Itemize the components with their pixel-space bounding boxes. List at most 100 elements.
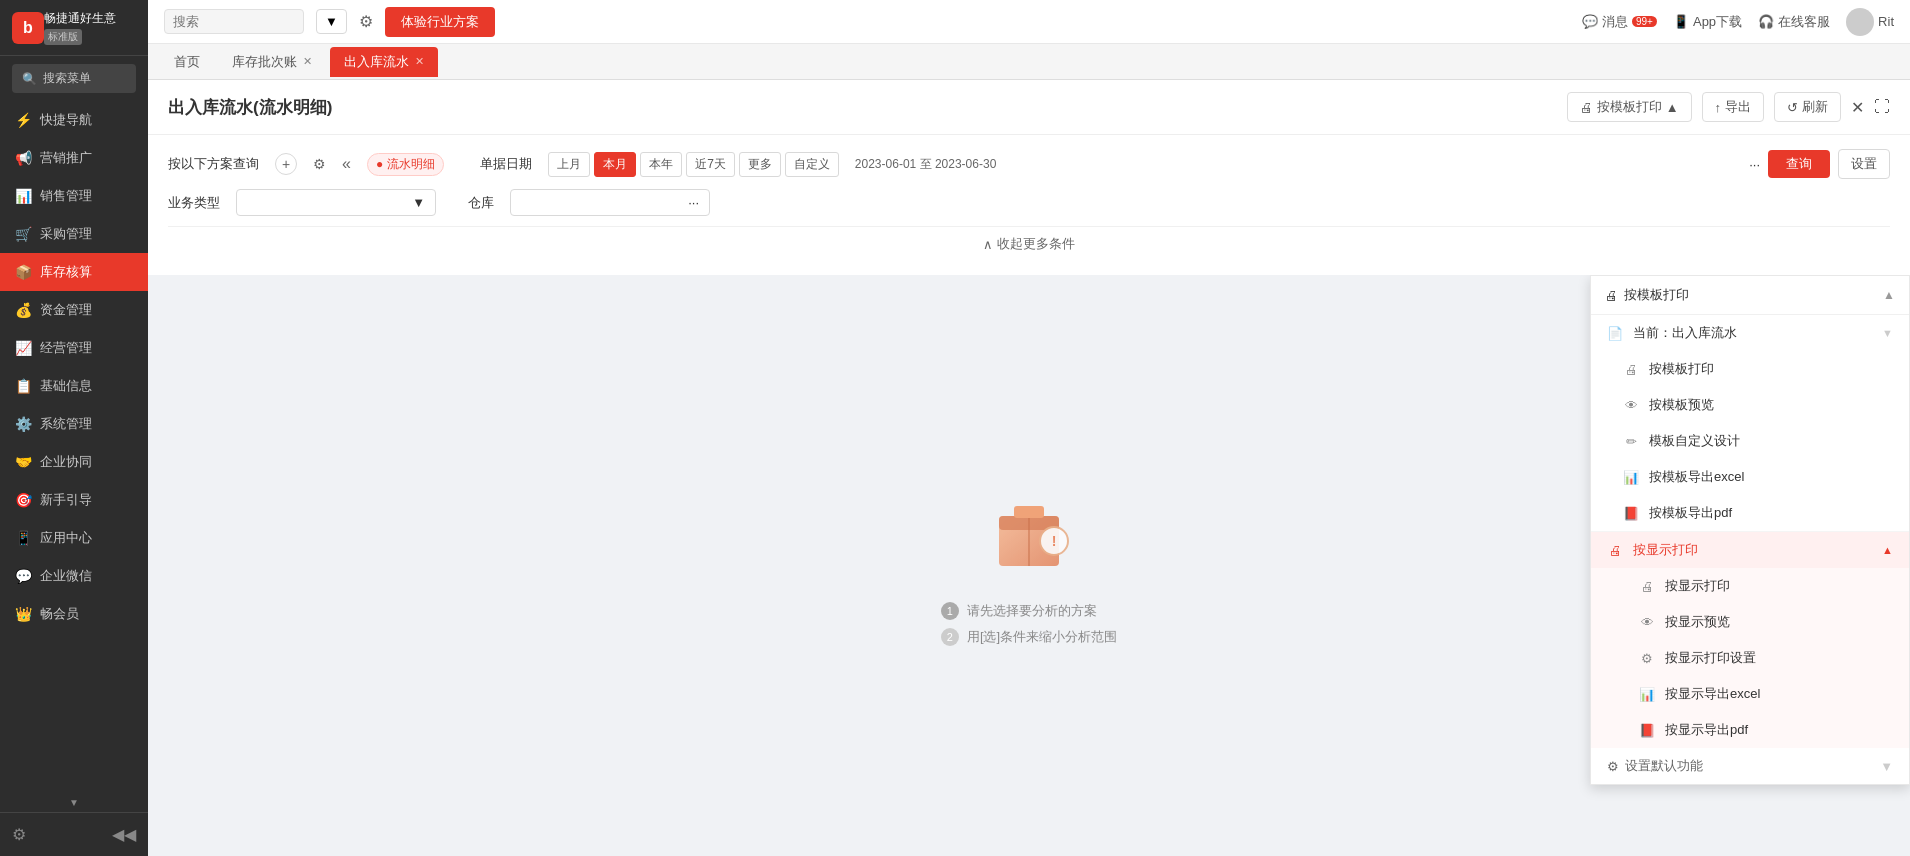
tab-home[interactable]: 首页 <box>160 47 214 77</box>
filter-row-1: 按以下方案查询 + ⚙ « ● 流水明细 单据日期 上月 本月 本年 近7天 更… <box>168 149 1890 179</box>
sidebar-item-operations[interactable]: 📈 经营管理 <box>0 329 148 367</box>
query-button[interactable]: 查询 <box>1768 150 1830 178</box>
template-pdf-item[interactable]: 📕 按模板导出pdf <box>1591 495 1909 531</box>
maximize-button[interactable]: ⛶ <box>1874 98 1890 116</box>
user-avatar[interactable]: Rit <box>1846 8 1894 36</box>
sidebar-item-basic[interactable]: 📋 基础信息 <box>0 367 148 405</box>
empty-state: ! 1 请先选择要分析的方案 2 用[选]条件来缩小分析范围 <box>941 486 1117 646</box>
date-tab-this-month[interactable]: 本月 <box>594 152 636 177</box>
more-dots: ··· <box>1749 157 1760 172</box>
set-default-button[interactable]: ⚙ 设置默认功能 ▼ <box>1591 748 1909 784</box>
template-excel-item[interactable]: 📊 按模板导出excel <box>1591 459 1909 495</box>
export-button[interactable]: ↑ 导出 <box>1702 92 1765 122</box>
sidebar-item-finance[interactable]: 💰 资金管理 <box>0 291 148 329</box>
refresh-button[interactable]: ↺ 刷新 <box>1774 92 1841 122</box>
sidebar-item-marketing[interactable]: 📢 营销推广 <box>0 139 148 177</box>
tab-flow[interactable]: 出入库流水 ✕ <box>330 47 438 77</box>
dropdown-collapse-button[interactable]: ▲ <box>1883 288 1895 302</box>
close-page-button[interactable]: ✕ <box>1851 98 1864 117</box>
filter-add-button[interactable]: + <box>275 153 297 175</box>
messages-button[interactable]: 💬 消息 99+ <box>1582 13 1657 31</box>
date-tab-this-year[interactable]: 本年 <box>640 152 682 177</box>
trial-button[interactable]: 体验行业方案 <box>385 7 495 37</box>
display-print-item[interactable]: 🖨 按显示打印 <box>1607 568 1909 604</box>
date-tab-more[interactable]: 更多 <box>739 152 781 177</box>
step-1-number: 1 <box>941 602 959 620</box>
sidebar-item-system[interactable]: ⚙️ 系统管理 <box>0 405 148 443</box>
print-item-icon: 🖨 <box>1623 361 1639 377</box>
display-preview-icon: 👁 <box>1639 614 1655 630</box>
sidebar-item-sales[interactable]: 📊 销售管理 <box>0 177 148 215</box>
template-print-item[interactable]: 🖨 按模板打印 <box>1591 351 1909 387</box>
search-menu-button[interactable]: 🔍 搜索菜单 <box>12 64 136 93</box>
business-type-label: 业务类型 <box>168 194 220 212</box>
nav-icon: 📈 <box>14 340 32 356</box>
display-section-header[interactable]: 🖨 按显示打印 ▲ <box>1591 532 1909 568</box>
business-type-select[interactable]: ▼ <box>236 189 436 216</box>
filter-scheme-label: 按以下方案查询 <box>168 155 259 173</box>
settings-icon[interactable]: ⚙ <box>12 825 26 844</box>
display-preview-item[interactable]: 👁 按显示预览 <box>1607 604 1909 640</box>
sidebar-item-wechat[interactable]: 💬 企业微信 <box>0 557 148 595</box>
header-gear-button[interactable]: ⚙ <box>359 12 373 31</box>
headset-icon: 🎧 <box>1758 14 1774 29</box>
filter-collapse-button[interactable]: « <box>342 155 351 173</box>
filter-settings-button[interactable]: ⚙ <box>313 156 326 172</box>
dropdown-icon: ▼ <box>325 14 338 29</box>
collapse-icon[interactable]: ◀◀ <box>112 825 136 844</box>
header-search-input[interactable] <box>164 9 304 34</box>
sidebar-scroll-down-arrow[interactable]: ▼ <box>67 795 81 810</box>
sidebar-item-guide[interactable]: 🎯 新手引导 <box>0 481 148 519</box>
template-arrow: ▼ <box>1882 327 1893 339</box>
nav-icon: 📢 <box>14 150 32 166</box>
top-header: ▼ ⚙ 体验行业方案 💬 消息 99+ 📱 App下载 🎧 在线客服 <box>148 0 1910 44</box>
date-label: 单据日期 <box>480 155 532 173</box>
page-actions: 🖨 按模板打印 ▲ ↑ 导出 ↺ 刷新 ✕ ⛶ <box>1567 92 1890 122</box>
logo-icon: b <box>12 12 44 44</box>
display-excel-item[interactable]: 📊 按显示导出excel <box>1607 676 1909 712</box>
sidebar-item-member[interactable]: 👑 畅会员 <box>0 595 148 633</box>
print-button[interactable]: 🖨 按模板打印 ▲ <box>1567 92 1692 122</box>
settings-btn[interactable]: 设置 <box>1838 149 1890 179</box>
nav-icon: 🛒 <box>14 226 32 242</box>
sidebar-item-shortcut[interactable]: ⚡ 快捷导航 <box>0 101 148 139</box>
sidebar-item-enterprise[interactable]: 🤝 企业协同 <box>0 443 148 481</box>
template-custom-item[interactable]: ✏ 模板自定义设计 <box>1591 423 1909 459</box>
dropdown-title: 🖨 按模板打印 <box>1605 286 1689 304</box>
collapse-more-button[interactable]: ∧ 收起更多条件 <box>168 226 1890 261</box>
filter-row-2: 业务类型 ▼ 仓库 ··· <box>168 189 1890 216</box>
current-template-item[interactable]: 📄 当前：出入库流水 ▼ <box>1591 315 1909 351</box>
content-area: ! 1 请先选择要分析的方案 2 用[选]条件来缩小分析范围 <box>148 275 1910 856</box>
sidebar-item-purchase[interactable]: 🛒 采购管理 <box>0 215 148 253</box>
nav-icon: 💰 <box>14 302 32 318</box>
active-filter-chip[interactable]: ● 流水明细 <box>367 153 444 176</box>
display-settings-item[interactable]: ⚙ 按显示打印设置 <box>1607 640 1909 676</box>
customer-service-button[interactable]: 🎧 在线客服 <box>1758 13 1830 31</box>
empty-steps: 1 请先选择要分析的方案 2 用[选]条件来缩小分析范围 <box>941 602 1117 646</box>
tab-close-batch[interactable]: ✕ <box>303 55 312 68</box>
empty-step-1: 1 请先选择要分析的方案 <box>941 602 1117 620</box>
date-tab-custom[interactable]: 自定义 <box>785 152 839 177</box>
sidebar-search[interactable]: 🔍 搜索菜单 <box>0 56 148 101</box>
app-download-button[interactable]: 📱 App下载 <box>1673 13 1742 31</box>
chevron-up-icon: ∧ <box>983 237 993 252</box>
date-tab-last-month[interactable]: 上月 <box>548 152 590 177</box>
page-header: 出入库流水(流水明细) 🖨 按模板打印 ▲ ↑ 导出 ↺ 刷新 ✕ ⛶ <box>148 80 1910 135</box>
sidebar-item-inventory[interactable]: 📦 库存核算 <box>0 253 148 291</box>
nav-icon: 📦 <box>14 264 32 280</box>
tab-close-flow[interactable]: ✕ <box>415 55 424 68</box>
svg-text:!: ! <box>1052 533 1057 549</box>
warehouse-select[interactable]: ··· <box>510 189 710 216</box>
tab-batch[interactable]: 库存批次账 ✕ <box>218 47 326 77</box>
header-dropdown-button[interactable]: ▼ <box>316 9 347 34</box>
template-preview-item[interactable]: 👁 按模板预览 <box>1591 387 1909 423</box>
sidebar-item-apps[interactable]: 📱 应用中心 <box>0 519 148 557</box>
date-tab-last7[interactable]: 近7天 <box>686 152 735 177</box>
print-chevron-up: ▲ <box>1666 100 1679 115</box>
filter-chip-icon: ● <box>376 157 383 171</box>
sidebar-bottom: ⚙ ◀◀ <box>0 812 148 856</box>
display-pdf-item[interactable]: 📕 按显示导出pdf <box>1607 712 1909 748</box>
nav-icon: 📋 <box>14 378 32 394</box>
phone-icon: 📱 <box>1673 14 1689 29</box>
sidebar: b 畅捷通好生意 标准版 🔍 搜索菜单 ⚡ 快捷导航 📢 营销推广 <box>0 0 148 856</box>
